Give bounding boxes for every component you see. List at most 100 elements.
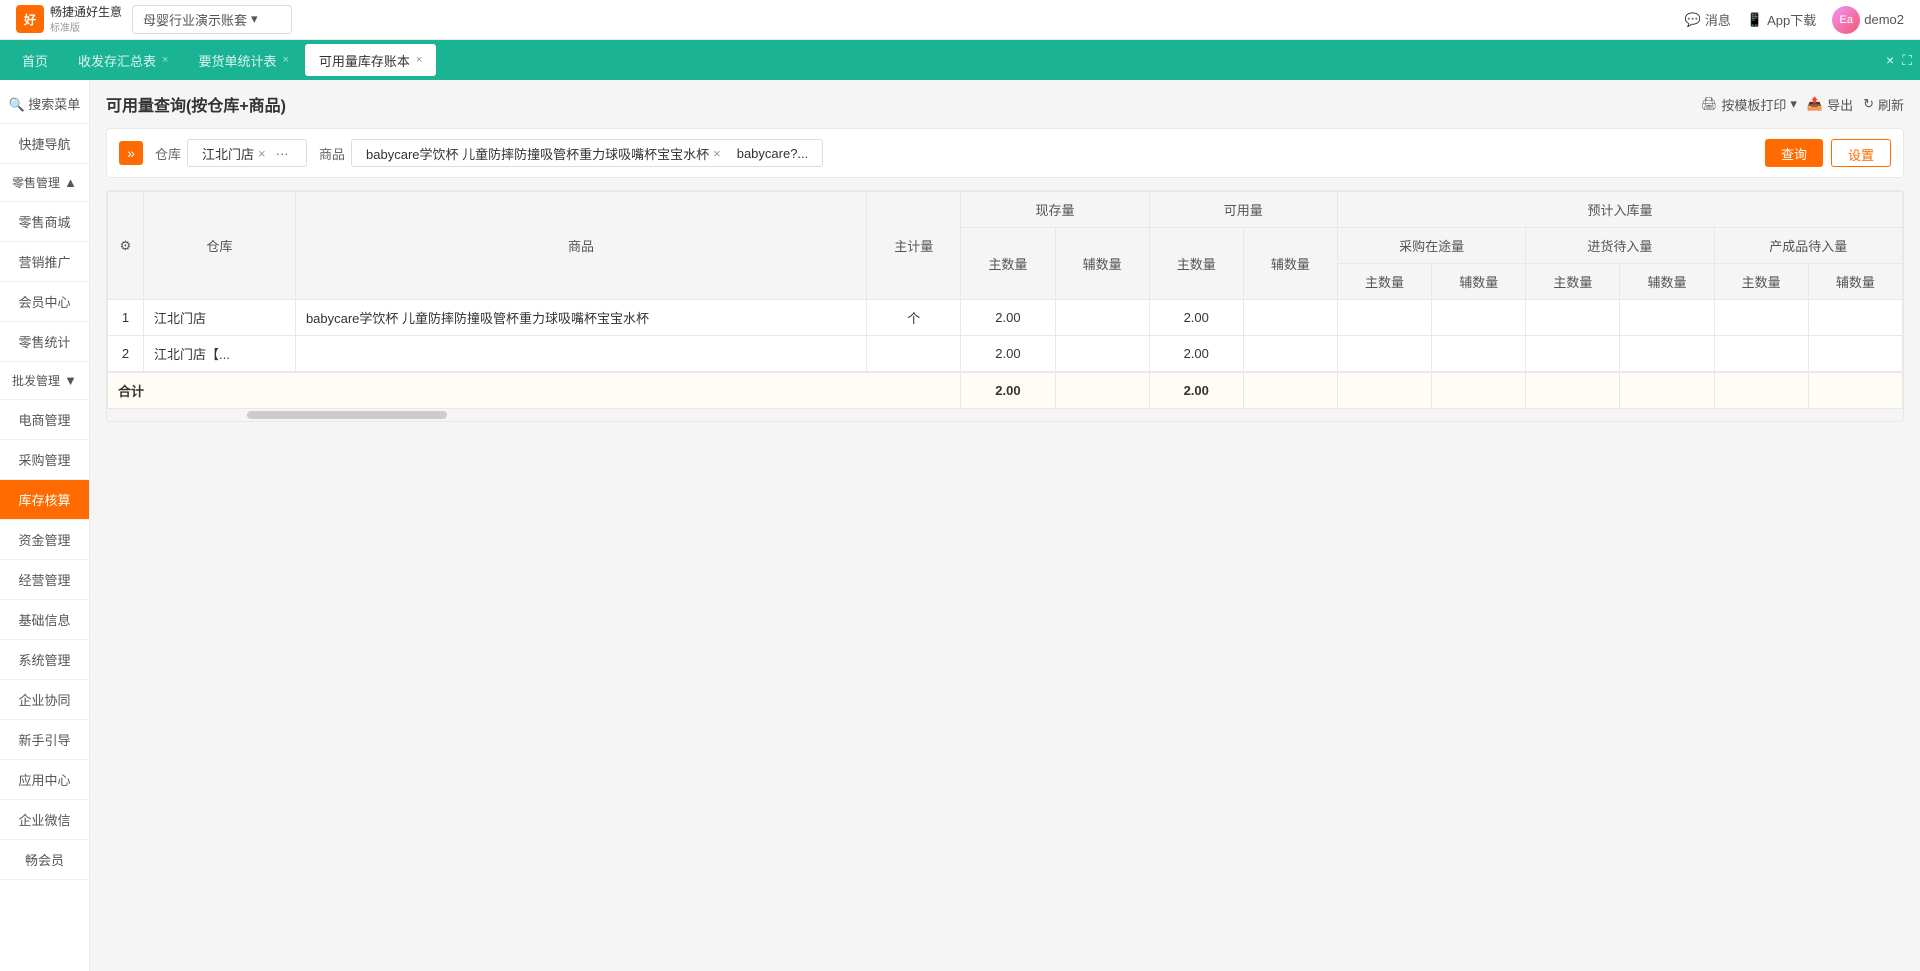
sidebar-purchase-label: 采购管理 <box>18 453 70 468</box>
message-btn[interactable]: 💬 消息 <box>1685 10 1731 29</box>
td-footer-product-main <box>1714 372 1808 409</box>
sidebar-quick-nav-label: 快捷导航 <box>18 137 70 152</box>
product-tag1-remove[interactable]: × <box>713 146 721 161</box>
product-tag1: babycare学饮杯 儿童防摔防撞吸管杯重力球吸嘴杯宝宝水杯 × <box>360 142 727 165</box>
td-footer-avail-aux <box>1243 372 1337 409</box>
top-bar-left: 好 畅捷通好生意 标准版 母婴行业演示账套 ▾ <box>16 5 292 34</box>
close-receivable-icon[interactable]: × <box>162 54 168 66</box>
sidebar-members-label: 会员中心 <box>18 295 70 310</box>
app-download-btn[interactable]: 📱 App下载 <box>1747 10 1816 29</box>
refresh-btn[interactable]: ↻ 刷新 <box>1863 95 1904 114</box>
th-pur-aux: 辅数量 <box>1432 264 1526 300</box>
sidebar-item-finance[interactable]: 资金管理 <box>0 520 89 560</box>
print-arrow-icon: ▾ <box>1790 96 1797 112</box>
sidebar-item-retail-mall[interactable]: 零售商城 <box>0 202 89 242</box>
th-stock-main: 主数量 <box>961 228 1055 300</box>
td-row-num-2: 2 <box>108 336 144 373</box>
tab-receivable[interactable]: 收发存汇总表 × <box>64 44 182 76</box>
settings-btn[interactable]: 设置 <box>1831 139 1891 167</box>
td-footer-pur-aux <box>1432 372 1526 409</box>
sidebar-item-new-guide[interactable]: 新手引导 <box>0 720 89 760</box>
sidebar-item-quick-nav[interactable]: 快捷导航 <box>0 124 89 164</box>
sidebar-search-label: 搜索菜单 <box>28 97 80 112</box>
sidebar-item-inventory[interactable]: 库存核算 <box>0 480 89 520</box>
sidebar-item-app-center[interactable]: 应用中心 <box>0 760 89 800</box>
td-avail-main-2: 2.00 <box>1149 336 1243 373</box>
tab-order-stats[interactable]: 要货单统计表 × <box>184 44 302 76</box>
product-tag2: babycare?... <box>731 144 815 163</box>
sidebar-item-system[interactable]: 系统管理 <box>0 640 89 680</box>
query-btn[interactable]: 查询 <box>1765 139 1823 167</box>
sidebar-item-basic-info[interactable]: 基础信息 <box>0 600 89 640</box>
print-label: 按模板打印 <box>1721 95 1786 114</box>
filter-expand-btn[interactable]: » <box>119 141 143 165</box>
th-inbound-pending: 进货待入量 <box>1526 228 1714 264</box>
td-footer-pur-main <box>1337 372 1431 409</box>
sidebar-wholesale-label: 批发管理 <box>12 372 60 389</box>
td-warehouse-1: 江北门店 <box>144 300 296 336</box>
sidebar-item-enterprise-wx[interactable]: 企业微信 <box>0 800 89 840</box>
close-all-btn[interactable]: × <box>1886 52 1894 68</box>
settings-icon[interactable]: ⚙ <box>120 238 132 253</box>
td-row-num-1: 1 <box>108 300 144 336</box>
sidebar-item-purchase[interactable]: 采购管理 <box>0 440 89 480</box>
th-stock-aux: 辅数量 <box>1055 228 1149 300</box>
th-purchase-transit: 采购在途量 <box>1337 228 1525 264</box>
sidebar-item-retail-stats[interactable]: 零售统计 <box>0 322 89 362</box>
th-main-unit: 主计量 <box>867 192 961 300</box>
sidebar-item-enterprise[interactable]: 企业协同 <box>0 680 89 720</box>
sidebar-search[interactable]: 🔍 搜索菜单 <box>0 84 89 124</box>
print-icon: 🖨 <box>1701 96 1718 112</box>
warehouse-tag-remove[interactable]: × <box>258 146 266 161</box>
sidebar-retail-mgmt-label: 零售管理 <box>12 174 60 191</box>
sidebar-marketing-label: 营销推广 <box>18 255 70 270</box>
sidebar-item-retail-mgmt[interactable]: 零售管理 ▲ <box>0 164 89 202</box>
export-icon: 📤 <box>1807 96 1823 112</box>
td-product-aux-1 <box>1808 300 1902 336</box>
sidebar-basic-info-label: 基础信息 <box>18 613 70 628</box>
td-avail-aux-2 <box>1243 336 1337 373</box>
app-icon: 📱 <box>1747 12 1763 28</box>
table-row: 2 江北门店【... 2.00 2.00 <box>108 336 1903 373</box>
sidebar-item-vip[interactable]: 畅会员 <box>0 840 89 880</box>
horizontal-scrollbar[interactable] <box>247 411 447 419</box>
warehouse-input[interactable]: 江北门店 × ··· <box>187 139 307 167</box>
tenant-selector[interactable]: 母婴行业演示账套 ▾ <box>132 5 292 34</box>
avatar: Ea <box>1832 6 1860 34</box>
product-input[interactable]: babycare学饮杯 儿童防摔防撞吸管杯重力球吸嘴杯宝宝水杯 × babyca… <box>351 139 823 167</box>
fullscreen-btn[interactable]: ⛶ <box>1902 52 1912 69</box>
th-inbound-main: 主数量 <box>1526 264 1620 300</box>
tab-available[interactable]: 可用量库存账本 × <box>305 44 436 76</box>
brand-sub: 标准版 <box>50 19 122 34</box>
sidebar: 🔍 搜索菜单 快捷导航 零售管理 ▲ 零售商城 营销推广 会员中心 零售统计 批… <box>0 80 90 971</box>
td-product-main-1 <box>1714 300 1808 336</box>
table-row: 1 江北门店 babycare学饮杯 儿童防摔防撞吸管杯重力球吸嘴杯宝宝水杯 个… <box>108 300 1903 336</box>
td-product-main-2 <box>1714 336 1808 373</box>
page-header: 可用量查询(按仓库+商品) 🖨 按模板打印 ▾ 📤 导出 ↻ 刷新 <box>106 92 1904 116</box>
sidebar-vip-label: 畅会员 <box>25 853 64 868</box>
user-profile[interactable]: Ea demo2 <box>1832 6 1904 34</box>
sidebar-ecommerce-label: 电商管理 <box>18 413 70 428</box>
th-avail-main: 主数量 <box>1149 228 1243 300</box>
close-order-stats-icon[interactable]: × <box>282 54 288 66</box>
top-bar-right: 💬 消息 📱 App下载 Ea demo2 <box>1685 6 1904 34</box>
export-btn[interactable]: 📤 导出 <box>1807 95 1853 114</box>
sidebar-item-wholesale-mgmt[interactable]: 批发管理 ▼ <box>0 362 89 400</box>
sidebar-item-members[interactable]: 会员中心 <box>0 282 89 322</box>
td-footer-stock-aux <box>1055 372 1149 409</box>
td-inbound-aux-1 <box>1620 300 1714 336</box>
sidebar-item-operations[interactable]: 经营管理 <box>0 560 89 600</box>
warehouse-more-icon[interactable]: ··· <box>276 146 289 161</box>
sidebar-item-marketing[interactable]: 营销推广 <box>0 242 89 282</box>
close-available-icon[interactable]: × <box>416 54 422 66</box>
product-field: 商品 babycare学饮杯 儿童防摔防撞吸管杯重力球吸嘴杯宝宝水杯 × bab… <box>319 139 823 167</box>
td-pur-transit-aux-2 <box>1432 336 1526 373</box>
app-label: App下载 <box>1767 10 1816 29</box>
th-warehouse: 仓库 <box>144 192 296 300</box>
tab-home[interactable]: 首页 <box>8 44 62 76</box>
sidebar-item-ecommerce[interactable]: 电商管理 <box>0 400 89 440</box>
print-btn[interactable]: 🖨 按模板打印 ▾ <box>1701 95 1797 114</box>
th-pur-main: 主数量 <box>1337 264 1431 300</box>
tenant-name: 母婴行业演示账套 <box>143 10 247 29</box>
sidebar-inventory-label: 库存核算 <box>18 493 70 508</box>
